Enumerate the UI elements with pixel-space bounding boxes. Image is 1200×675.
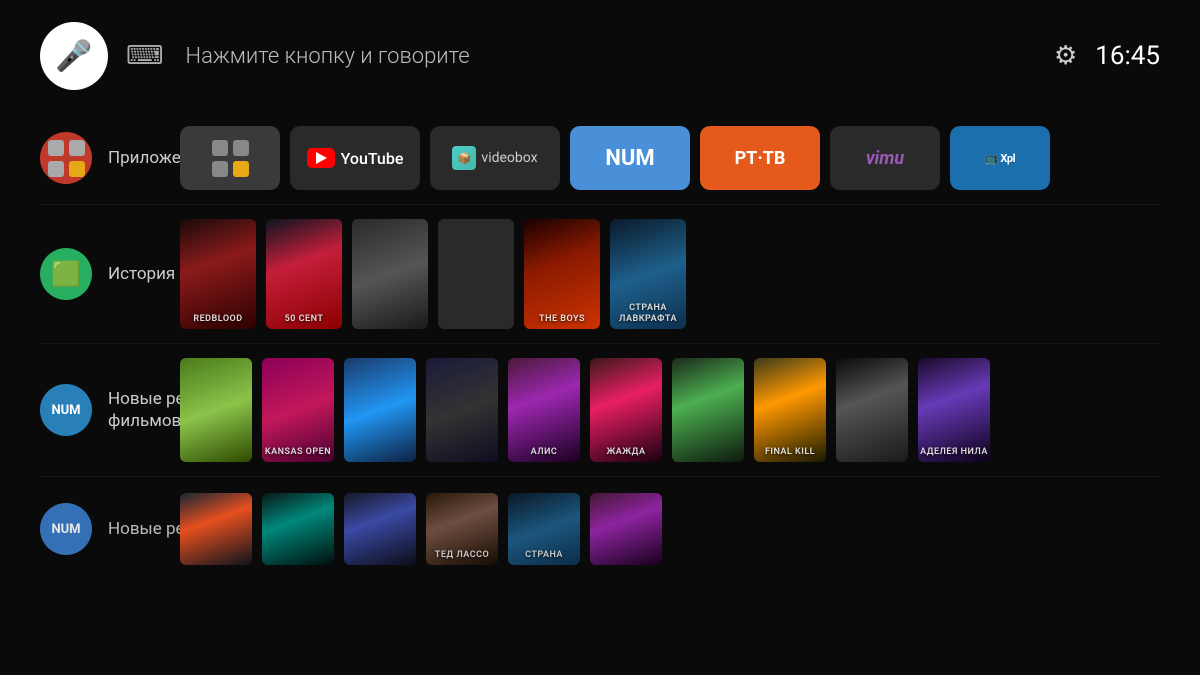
settings-icon[interactable]: ⚙ <box>1054 41 1077 71</box>
bottom-poster-4[interactable]: ТЕД ЛАССО <box>426 493 498 565</box>
apps-section-icon-area: Приложения <box>0 132 180 184</box>
clock: 16:45 <box>1095 41 1160 71</box>
new-movies-scroll: KANSAS OPEN АЛИС ЖАЖДА FINAL KILL АДЕЛЕЯ… <box>180 358 1200 462</box>
xplay-label: 📺 Xpl <box>985 152 1015 165</box>
bottom-section: NUM Новые релизы ТЕД ЛАССО СТРАНА <box>0 479 1200 579</box>
bottom-poster-5-label: СТРАНА <box>508 550 580 561</box>
num-tile[interactable]: NUM <box>570 126 690 190</box>
history-section-icon[interactable]: 🟩 <box>40 248 92 300</box>
movie-poster-10-label: АДЕЛЕЯ НИЛА <box>918 447 990 458</box>
youtube-tile[interactable]: YouTube <box>290 126 420 190</box>
apps-section-icon[interactable] <box>40 132 92 184</box>
header-right: ⚙ 16:45 <box>1054 41 1160 71</box>
movie-poster-6[interactable]: ЖАЖДА <box>590 358 662 462</box>
header: 🎤 ⌨ Нажмите кнопку и говорите ⚙ 16:45 <box>0 0 1200 112</box>
movie-poster-5[interactable]: АЛИС <box>508 358 580 462</box>
videobox-icon: 📦 <box>452 146 476 170</box>
vimu-tile[interactable]: vimu <box>830 126 940 190</box>
movie-poster-8[interactable]: FINAL KILL <box>754 358 826 462</box>
bottom-scroll: ТЕД ЛАССО СТРАНА <box>180 493 1200 565</box>
num-label: NUM <box>605 146 654 171</box>
movie-poster-7[interactable] <box>672 358 744 462</box>
divider-3 <box>40 476 1160 477</box>
movie-poster-8-label: FINAL KILL <box>754 447 826 458</box>
movie-poster-9[interactable] <box>836 358 908 462</box>
bottom-num-text: NUM <box>51 522 80 537</box>
mic-icon: 🎤 <box>55 39 92 74</box>
movie-poster-5-label: АЛИС <box>508 447 580 458</box>
keyboard-icon[interactable]: ⌨ <box>126 41 164 71</box>
xplay-tile[interactable]: 📺 Xpl <box>950 126 1050 190</box>
movie-poster-2-label: KANSAS OPEN <box>262 447 334 458</box>
history-poster-1-label: Redblood <box>180 314 256 325</box>
bottom-poster-4-label: ТЕД ЛАССО <box>426 550 498 561</box>
history-poster-6[interactable]: СТРАНА ЛАВКРАФТА <box>610 219 686 329</box>
youtube-label: YouTube <box>341 149 404 168</box>
bottom-icon-area: NUM Новые релизы <box>0 503 180 555</box>
movie-poster-10[interactable]: АДЕЛЕЯ НИЛА <box>918 358 990 462</box>
apps-section: Приложения YouTube 📦 videobox <box>0 112 1200 204</box>
mic-button[interactable]: 🎤 <box>40 22 108 90</box>
apps-grid-icon <box>48 140 85 177</box>
all-apps-grid-icon <box>212 140 249 177</box>
vimu-label: vimu <box>866 148 904 169</box>
new-movies-section: NUM Новые релизыфильмов KANSAS OPEN АЛИС… <box>0 344 1200 476</box>
history-poster-2-label: 50 cent <box>266 314 342 325</box>
pttv-tile[interactable]: PT·TB <box>700 126 820 190</box>
history-poster-5[interactable]: THE BOYS <box>524 219 600 329</box>
history-poster-3[interactable] <box>352 219 428 329</box>
history-icon-area: 🟩 История <box>0 248 180 300</box>
videobox-tile[interactable]: 📦 videobox <box>430 126 560 190</box>
movie-poster-3[interactable] <box>344 358 416 462</box>
movie-poster-4[interactable] <box>426 358 498 462</box>
history-poster-5-label: THE BOYS <box>524 314 600 325</box>
bottom-section-icon[interactable]: NUM <box>40 503 92 555</box>
movie-poster-1[interactable] <box>180 358 252 462</box>
new-movies-section-icon[interactable]: NUM <box>40 384 92 436</box>
history-section-label: История <box>108 263 175 285</box>
num-icon-text: NUM <box>51 403 80 418</box>
history-poster-4[interactable] <box>438 219 514 329</box>
youtube-logo: YouTube <box>307 148 404 168</box>
all-apps-tile[interactable] <box>180 126 280 190</box>
bottom-poster-1[interactable] <box>180 493 252 565</box>
apps-scroll: YouTube 📦 videobox NUM PT·TB vimu 📺 Xpl <box>180 126 1200 190</box>
search-hint: Нажмите кнопку и говорите <box>186 44 1036 69</box>
bottom-poster-5[interactable]: СТРАНА <box>508 493 580 565</box>
new-movies-icon-area: NUM Новые релизыфильмов <box>0 384 180 436</box>
youtube-play-icon <box>316 152 327 164</box>
history-poster-1[interactable]: Redblood <box>180 219 256 329</box>
youtube-icon <box>307 148 335 168</box>
pttv-label: PT·TB <box>735 148 786 169</box>
bottom-poster-2[interactable] <box>262 493 334 565</box>
bottom-poster-3[interactable] <box>344 493 416 565</box>
history-poster-2[interactable]: 50 cent <box>266 219 342 329</box>
movie-poster-6-label: ЖАЖДА <box>590 447 662 458</box>
history-poster-6-label: СТРАНА ЛАВКРАФТА <box>610 303 686 325</box>
movie-poster-2[interactable]: KANSAS OPEN <box>262 358 334 462</box>
videobox-label: videobox <box>481 150 537 166</box>
history-scroll: Redblood 50 cent THE BOYS СТРАНА ЛАВКРАФ… <box>180 219 1200 329</box>
history-section: 🟩 История Redblood 50 cent THE BOYS СТРА… <box>0 205 1200 343</box>
videobox-logo: 📦 videobox <box>452 146 537 170</box>
bottom-poster-6[interactable] <box>590 493 662 565</box>
